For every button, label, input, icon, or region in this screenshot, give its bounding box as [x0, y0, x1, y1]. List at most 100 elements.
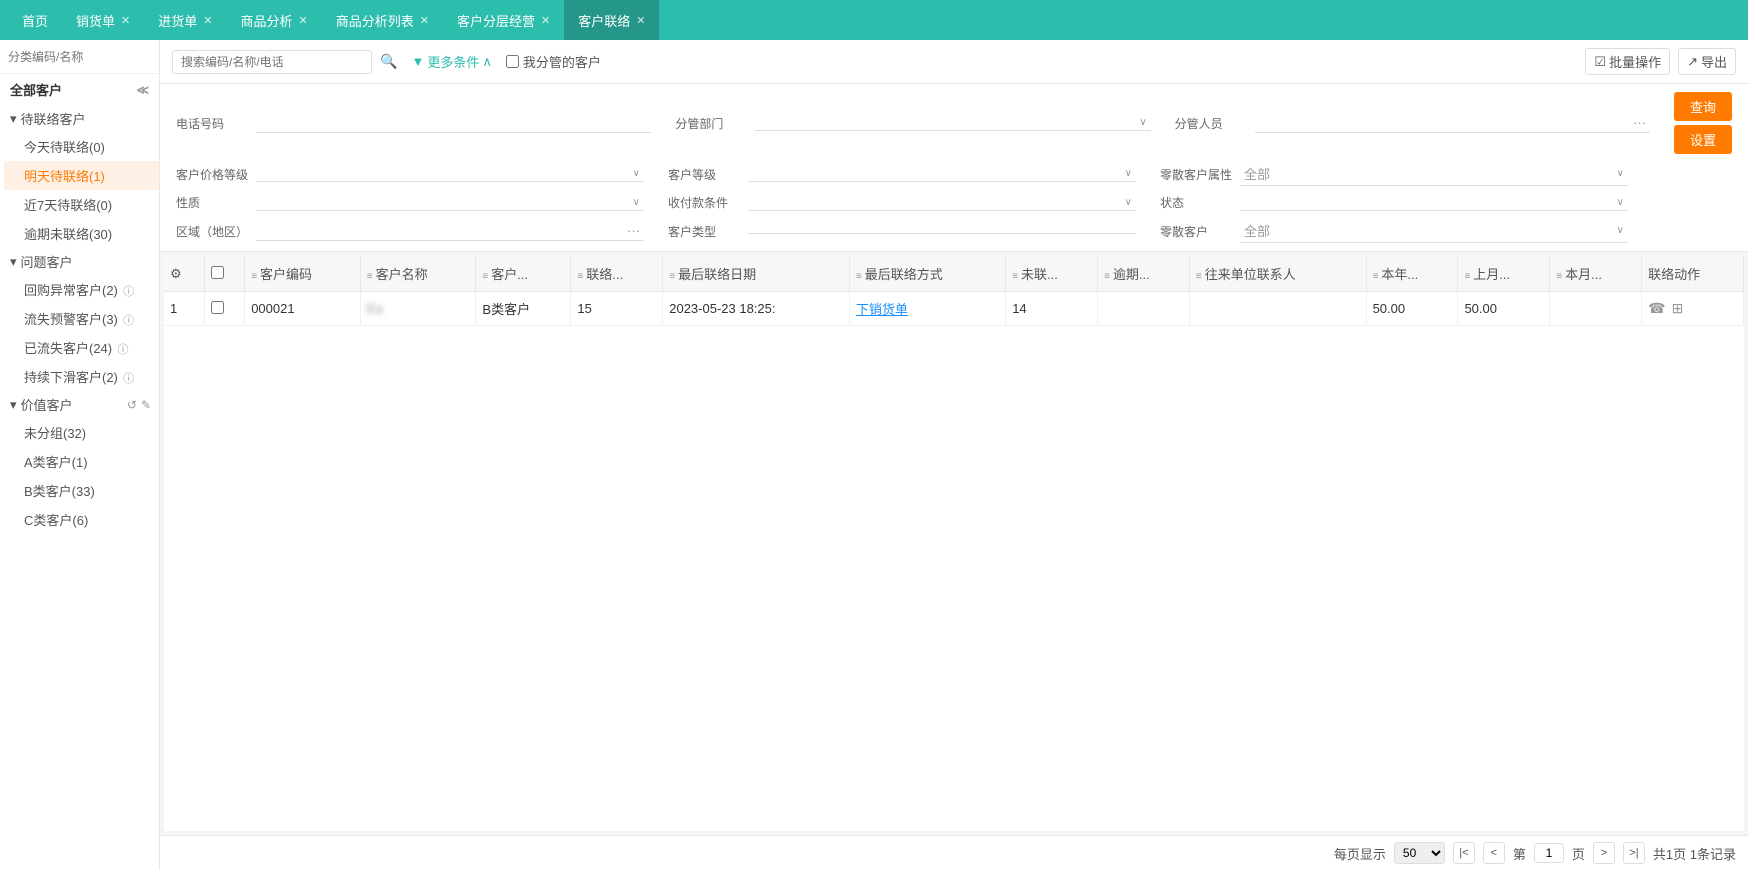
th-unit-contact[interactable]: ≡往来单位联系人 [1189, 256, 1366, 292]
sidebar-item-today-pending[interactable]: 今天待联络(0) [4, 132, 159, 161]
customer-level-chevron-icon: ∨ [1125, 168, 1132, 179]
select-all-checkbox[interactable] [211, 266, 224, 279]
th-not-contacted[interactable]: ≡未联... [1006, 256, 1098, 292]
th-last-contact-method[interactable]: ≡最后联络方式 [849, 256, 1005, 292]
th-this-month[interactable]: ≡本月... [1550, 256, 1642, 292]
customer-type-select[interactable] [748, 229, 1136, 234]
status-select[interactable]: ∨ [1240, 195, 1628, 211]
page-number-input[interactable] [1534, 843, 1564, 863]
retail-attr-select[interactable]: 全部 ∨ [1240, 162, 1628, 186]
person-select[interactable]: ··· [1255, 113, 1650, 133]
sidebar-item-declining[interactable]: 持续下滑客户(2) ⓘ [4, 362, 159, 391]
phone-action-icon[interactable]: ☎ [1648, 300, 1665, 317]
close-customer-tier-icon[interactable]: ✕ [541, 14, 550, 27]
batch-operation-button[interactable]: ☑ 批量操作 [1585, 48, 1670, 75]
edit-value-icon[interactable]: ✎ [141, 398, 151, 412]
retail-attr-chevron-icon: ∨ [1617, 168, 1624, 179]
price-level-select[interactable]: ∨ [256, 166, 644, 182]
value-customers-group[interactable]: ▾ 价值客户 ↺ ✎ [0, 391, 159, 418]
th-customer-type[interactable]: ≡客户... [476, 256, 571, 292]
sidebar-item-7day-pending[interactable]: 近7天待联络(0) [4, 190, 159, 219]
close-product-analysis-icon[interactable]: ✕ [299, 14, 308, 27]
first-page-button[interactable]: |< [1453, 842, 1475, 864]
nav-customer-contact[interactable]: 客户联络 ✕ [564, 0, 659, 40]
customer-level-select[interactable]: ∨ [748, 166, 1136, 182]
close-sales-order-icon[interactable]: ✕ [121, 14, 130, 27]
sidebar-item-class-a[interactable]: A类客户(1) [4, 447, 159, 476]
cell-customer-code: 000021 [245, 292, 361, 326]
settings-icon[interactable]: ⚙ [170, 266, 182, 281]
sidebar-item-churned[interactable]: 已流失客户(24) ⓘ [4, 333, 159, 362]
prev-page-button[interactable]: < [1483, 842, 1505, 864]
customer-name-blurred: Ea [367, 301, 383, 316]
filter-row-4: 区域（地区） ··· 客户类型 零散客户 全部 ∨ [176, 219, 1732, 243]
th-last-contact-date[interactable]: ≡最后联络日期 [663, 256, 850, 292]
refresh-value-icon[interactable]: ↺ [127, 398, 137, 412]
th-contact-action: 联络动作 [1642, 256, 1744, 292]
th-customer-name[interactable]: ≡客户名称 [360, 256, 476, 292]
query-button[interactable]: 查询 [1674, 92, 1732, 121]
reset-button[interactable]: 设置 [1674, 125, 1732, 154]
sidebar-item-class-b[interactable]: B类客户(33) [4, 476, 159, 505]
dept-select[interactable]: ∨ [755, 115, 1150, 131]
sidebar-item-repurchase-abnormal[interactable]: 回购异常客户(2) ⓘ [4, 275, 159, 304]
nav-home[interactable]: 首页 [8, 0, 62, 40]
sidebar-search-input[interactable] [8, 50, 160, 64]
sidebar-item-ungrouped[interactable]: 未分组(32) [4, 418, 159, 447]
value-customer-items: 未分组(32) A类客户(1) B类客户(33) C类客户(6) [0, 418, 159, 534]
last-page-button[interactable]: >| [1623, 842, 1645, 864]
close-product-analysis-list-icon[interactable]: ✕ [420, 14, 429, 27]
my-customers-checkbox[interactable] [506, 55, 519, 68]
export-button[interactable]: ↗ 导出 [1678, 48, 1736, 75]
top-navigation: 首页 销货单 ✕ 进货单 ✕ 商品分析 ✕ 商品分析列表 ✕ 客户分层经营 ✕ … [0, 0, 1748, 40]
cell-last-contact-method[interactable]: 下销货单 [849, 292, 1005, 326]
th-this-year[interactable]: ≡本年... [1366, 256, 1458, 292]
th-contact[interactable]: ≡联络... [571, 256, 663, 292]
info-icon-3: ⓘ [123, 373, 134, 385]
nav-purchase-order[interactable]: 进货单 ✕ [144, 0, 226, 40]
retail-customer-select[interactable]: 全部 ∨ [1240, 219, 1628, 243]
collapse-icon[interactable]: ≪ [136, 83, 149, 97]
next-page-button[interactable]: > [1593, 842, 1615, 864]
sidebar-item-class-c[interactable]: C类客户(6) [4, 505, 159, 534]
table-body: 1 000021 Ea B类客户 15 2023-05-23 18:25: 下销… [164, 292, 1744, 326]
all-customers-header[interactable]: 全部客户 ≪ [0, 74, 159, 105]
pending-contact-group[interactable]: ▾ 待联络客户 [0, 105, 159, 132]
customer-level-field: 客户等级 ∨ [668, 166, 1136, 183]
search-button-icon[interactable]: 🔍 [380, 53, 397, 70]
th-customer-code[interactable]: ≡客户编码 [245, 256, 361, 292]
nature-select[interactable]: ∨ [256, 195, 644, 211]
cell-last-month: 50.00 [1458, 292, 1550, 326]
info-icon-2: ⓘ [117, 344, 128, 356]
grid-action-icon[interactable]: ⊞ [1672, 300, 1684, 317]
price-level-chevron-icon: ∨ [633, 168, 640, 179]
nav-sales-order[interactable]: 销货单 ✕ [62, 0, 144, 40]
sidebar-item-overdue-contact[interactable]: 逾期未联络(30) [4, 219, 159, 248]
dept-field: 分管部门 ∨ [675, 115, 1150, 132]
more-conditions-btn[interactable]: ▼ 更多条件 ∧ [405, 49, 497, 74]
problem-customers-group[interactable]: ▾ 问题客户 [0, 248, 159, 275]
sidebar-item-churn-warning[interactable]: 流失预警客户(3) ⓘ [4, 304, 159, 333]
sidebar-item-tomorrow-pending[interactable]: 明天待联络(1) [4, 161, 159, 190]
nav-customer-tier[interactable]: 客户分层经营 ✕ [443, 0, 564, 40]
search-input[interactable] [172, 50, 372, 74]
filter-row-3: 性质 ∨ 收付款条件 ∨ 状态 [176, 194, 1732, 211]
filter-icon: ▼ [411, 54, 424, 69]
nav-product-analysis[interactable]: 商品分析 ✕ [226, 0, 321, 40]
per-page-select[interactable]: 50 100 200 [1394, 842, 1445, 864]
th-overdue[interactable]: ≡逾期... [1098, 256, 1190, 292]
region-select[interactable]: ··· [256, 221, 644, 241]
th-last-month[interactable]: ≡上月... [1458, 256, 1550, 292]
row-checkbox[interactable] [211, 301, 224, 314]
close-purchase-order-icon[interactable]: ✕ [203, 14, 212, 27]
info-icon-0: ⓘ [123, 286, 134, 298]
page-end-label: 页 [1572, 844, 1585, 863]
my-customers-checkbox-label[interactable]: 我分管的客户 [506, 52, 601, 71]
sidebar: 🔍 全部客户 ≪ ▾ 待联络客户 今天待联络(0) 明天待联络(1) 近7天待联… [0, 40, 160, 870]
phone-input[interactable] [256, 114, 651, 133]
last-contact-method-link[interactable]: 下销货单 [856, 302, 908, 317]
payment-terms-select[interactable]: ∨ [748, 195, 1136, 211]
nav-product-analysis-list[interactable]: 商品分析列表 ✕ [322, 0, 443, 40]
close-customer-contact-icon[interactable]: ✕ [636, 14, 645, 27]
cell-checkbox [204, 292, 245, 326]
